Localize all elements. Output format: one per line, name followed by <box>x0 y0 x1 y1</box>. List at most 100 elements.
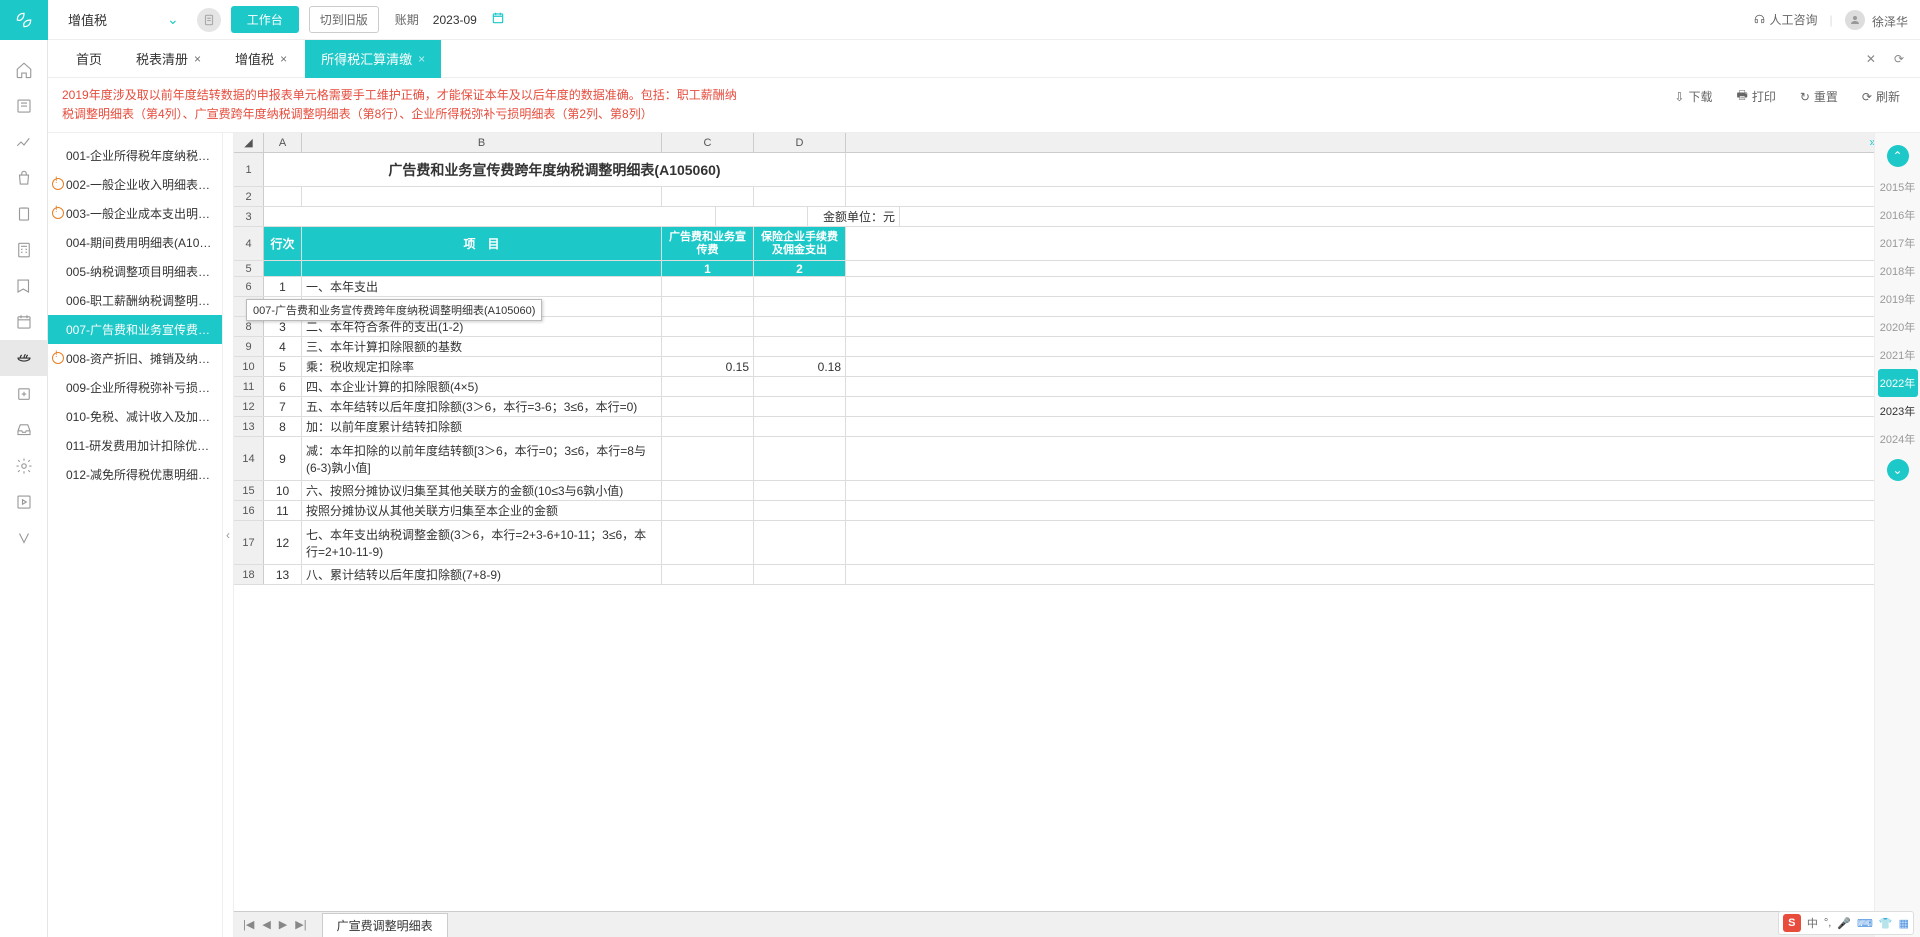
value-cell[interactable]: 0.18 <box>754 357 846 376</box>
year-button[interactable]: 2021年 <box>1878 341 1918 369</box>
list-item[interactable]: 006-职工薪酬纳税调整明细... <box>48 286 222 315</box>
list-item[interactable]: 012-减免所得税优惠明细表(... <box>48 460 222 489</box>
seq-cell[interactable]: 11 <box>264 501 302 520</box>
row-header[interactable]: 11 <box>234 377 264 396</box>
seq-cell[interactable]: 1 <box>264 277 302 296</box>
support-link[interactable]: 人工咨询 <box>1753 11 1817 28</box>
value-cell[interactable] <box>662 481 754 500</box>
item-cell[interactable]: 五、本年结转以后年度扣除额(3＞6，本行=3-6；3≤6，本行=0) <box>302 397 662 416</box>
value-cell[interactable] <box>662 397 754 416</box>
row-header[interactable]: 4 <box>234 227 264 260</box>
close-icon[interactable]: × <box>418 52 425 66</box>
item-cell[interactable]: 一、本年支出 <box>302 277 662 296</box>
value-cell[interactable] <box>662 501 754 520</box>
value-cell[interactable]: 0.15 <box>662 357 754 376</box>
value-cell[interactable] <box>754 277 846 296</box>
seq-cell[interactable]: 6 <box>264 377 302 396</box>
row-header[interactable]: 2 <box>234 187 264 206</box>
seq-cell[interactable]: 8 <box>264 417 302 436</box>
tab-home[interactable]: 首页 <box>60 40 118 78</box>
list-item[interactable]: 007-广告费和业务宣传费跨... <box>48 315 222 344</box>
nav-box-icon[interactable] <box>0 376 48 412</box>
print-button[interactable]: 🖶 打印 <box>1737 86 1776 107</box>
ime-menu-icon[interactable]: ▦ <box>1899 917 1909 930</box>
period-value[interactable]: 2023-09 <box>433 13 477 27</box>
nav-inbox-icon[interactable] <box>0 412 48 448</box>
tab-tax-list[interactable]: 税表清册× <box>120 40 217 78</box>
value-cell[interactable] <box>754 397 846 416</box>
ime-mic-icon[interactable]: 🎤 <box>1837 917 1851 930</box>
item-cell[interactable]: 八、累计结转以后年度扣除额(7+8-9) <box>302 565 662 584</box>
value-cell[interactable] <box>754 377 846 396</box>
ime-keyboard-icon[interactable]: ⌨ <box>1857 917 1873 930</box>
user-menu[interactable]: 徐泽华 <box>1845 10 1908 30</box>
doc-icon[interactable] <box>197 8 221 32</box>
ime-skin-icon[interactable]: 👕 <box>1879 917 1893 930</box>
value-cell[interactable] <box>754 521 846 564</box>
row-header[interactable]: 1 <box>234 153 264 186</box>
module-selector[interactable]: 增值税 ⌄ <box>60 6 187 33</box>
row-header[interactable]: 16 <box>234 501 264 520</box>
download-button[interactable]: ⇩ 下载 <box>1674 88 1712 105</box>
nav-tag-icon[interactable] <box>0 268 48 304</box>
tab-income-tax[interactable]: 所得税汇算清缴× <box>305 40 441 78</box>
value-cell[interactable] <box>754 317 846 336</box>
value-cell[interactable] <box>754 437 846 480</box>
item-cell[interactable]: 七、本年支出纳税调整金额(3＞6，本行=2+3-6+10-11；3≤6，本行=2… <box>302 521 662 564</box>
item-cell[interactable]: 减：本年扣除的以前年度结转额[3＞6，本行=0；3≤6，本行=8与(6-3)孰小… <box>302 437 662 480</box>
value-cell[interactable] <box>754 481 846 500</box>
item-cell[interactable]: 四、本企业计算的扣除限额(4×5) <box>302 377 662 396</box>
tab-vat[interactable]: 增值税× <box>219 40 303 78</box>
year-button[interactable]: 2020年 <box>1878 313 1918 341</box>
seq-cell[interactable]: 10 <box>264 481 302 500</box>
year-button[interactable]: 2018年 <box>1878 257 1918 285</box>
sheet-prev-icon[interactable]: ◀ <box>259 918 273 931</box>
ime-lang[interactable]: 中 <box>1807 915 1818 931</box>
row-header[interactable]: 12 <box>234 397 264 416</box>
row-header[interactable]: 14 <box>234 437 264 480</box>
year-button[interactable]: 2016年 <box>1878 201 1918 229</box>
value-cell[interactable] <box>662 417 754 436</box>
row-header[interactable]: 3 <box>234 207 264 226</box>
calendar-icon[interactable] <box>491 11 505 28</box>
seq-cell[interactable]: 7 <box>264 397 302 416</box>
value-cell[interactable] <box>662 377 754 396</box>
switch-old-button[interactable]: 切到旧版 <box>309 6 379 33</box>
sheet-tab[interactable]: 广宣费调整明细表 <box>322 913 448 937</box>
row-header[interactable]: 13 <box>234 417 264 436</box>
nav-home-icon[interactable] <box>0 52 48 88</box>
list-item[interactable]: 008-资产折旧、摊销及纳税... <box>48 344 222 373</box>
nav-v-icon[interactable] <box>0 520 48 556</box>
seq-cell[interactable]: 4 <box>264 337 302 356</box>
refresh-tabs-icon[interactable]: ⟳ <box>1890 48 1908 70</box>
nav-book-icon[interactable] <box>0 88 48 124</box>
value-cell[interactable] <box>754 501 846 520</box>
collapse-handle[interactable]: ‹ <box>222 133 234 937</box>
value-cell[interactable] <box>662 437 754 480</box>
col-header-b[interactable]: B <box>302 133 662 152</box>
item-cell[interactable]: 按照分摊协议从其他关联方归集至本企业的金额 <box>302 501 662 520</box>
list-item[interactable]: 005-纳税调整项目明细表(A1... <box>48 257 222 286</box>
value-cell[interactable] <box>662 565 754 584</box>
item-cell[interactable]: 三、本年计算扣除限额的基数 <box>302 337 662 356</box>
horizontal-scrollbar[interactable] <box>478 918 1874 932</box>
value-cell[interactable] <box>662 297 754 316</box>
sheet-last-icon[interactable]: ▶| <box>292 918 309 931</box>
col-header-c[interactable]: C <box>662 133 754 152</box>
item-cell[interactable]: 乘：税收规定扣除率 <box>302 357 662 376</box>
ime-punct-icon[interactable]: °, <box>1824 917 1831 929</box>
nav-play-icon[interactable] <box>0 484 48 520</box>
scroll-down-icon[interactable]: ⌄ <box>1887 459 1909 481</box>
select-all-cell[interactable]: ◢ <box>234 133 264 152</box>
row-header[interactable]: 18 <box>234 565 264 584</box>
year-button[interactable]: 2019年 <box>1878 285 1918 313</box>
value-cell[interactable] <box>754 417 846 436</box>
nav-clipboard-icon[interactable] <box>0 196 48 232</box>
nav-calendar-icon[interactable] <box>0 304 48 340</box>
nav-chart-icon[interactable] <box>0 124 48 160</box>
nav-calc-icon[interactable] <box>0 232 48 268</box>
seq-cell[interactable]: 9 <box>264 437 302 480</box>
ime-logo-icon[interactable]: S <box>1783 914 1801 932</box>
value-cell[interactable] <box>662 521 754 564</box>
list-item[interactable]: 002-一般企业收入明细表(A... <box>48 170 222 199</box>
